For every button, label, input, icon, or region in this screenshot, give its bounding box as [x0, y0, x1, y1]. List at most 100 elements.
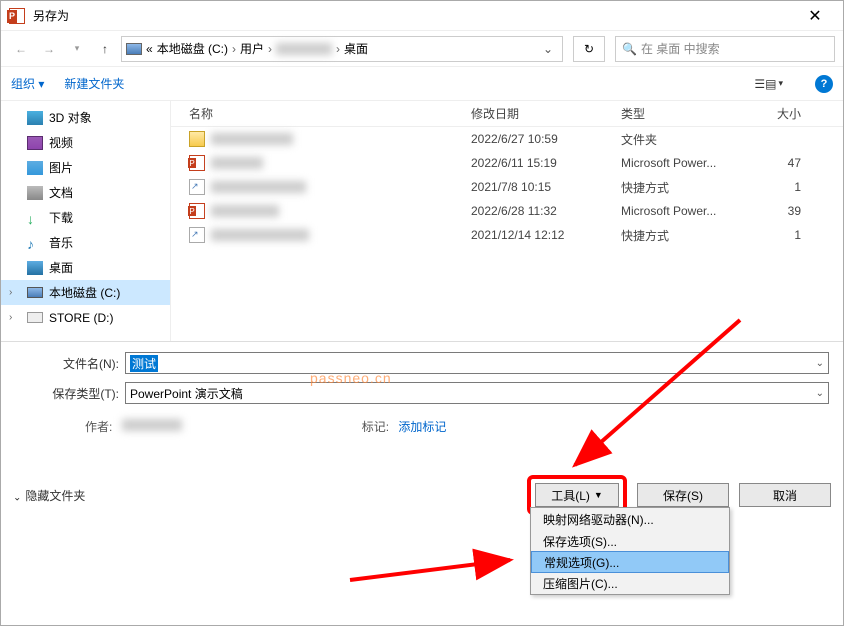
help-icon[interactable]: ?	[815, 75, 833, 93]
fi-folder-icon	[189, 131, 205, 147]
close-icon[interactable]: ✕	[795, 6, 835, 26]
menu-item-1[interactable]: 保存选项(S)...	[531, 530, 729, 552]
sidebar-item-label: 图片	[49, 159, 73, 176]
author-value[interactable]	[122, 419, 182, 431]
file-date: 2021/7/8 10:15	[471, 180, 621, 194]
sidebar-item-label: 桌面	[49, 259, 73, 276]
powerpoint-icon	[9, 8, 25, 24]
file-row[interactable]: 2021/7/8 10:15快捷方式1	[171, 175, 843, 199]
fi-ppt-icon	[189, 155, 205, 171]
file-date: 2022/6/11 15:19	[471, 156, 621, 170]
file-row[interactable]: 2022/6/11 15:19Microsoft Power...47	[171, 151, 843, 175]
filename-input[interactable]: 测试 ⌄	[125, 352, 829, 374]
crumb-2[interactable]	[276, 43, 332, 55]
sidebar-item-label: 3D 对象	[49, 109, 92, 126]
author-label: 作者:	[85, 420, 112, 434]
file-name	[211, 229, 309, 241]
new-folder-button[interactable]: 新建文件夹	[64, 75, 124, 92]
file-type: Microsoft Power...	[621, 156, 761, 170]
cancel-button[interactable]: 取消	[739, 483, 831, 507]
sidebar-item-1[interactable]: 视频	[1, 130, 170, 155]
refresh-icon[interactable]: ↻	[573, 36, 605, 62]
file-date: 2022/6/28 11:32	[471, 204, 621, 218]
sidebar-item-6[interactable]: 桌面	[1, 255, 170, 280]
file-row[interactable]: 2022/6/28 11:32Microsoft Power...39	[171, 199, 843, 223]
file-name	[211, 205, 279, 217]
sidebar-item-7[interactable]: ›本地磁盘 (C:)	[1, 280, 170, 305]
sidebar-item-2[interactable]: 图片	[1, 155, 170, 180]
file-date: 2022/6/27 10:59	[471, 132, 621, 146]
fi-lnk-icon	[189, 227, 205, 243]
file-name	[211, 133, 293, 145]
up-icon[interactable]: ↑	[93, 37, 117, 61]
file-name	[211, 181, 306, 193]
sidebar-item-label: 文档	[49, 184, 73, 201]
menu-item-0[interactable]: 映射网络驱动器(N)...	[531, 508, 729, 530]
address-bar[interactable]: « 本地磁盘 (C:)› 用户› › 桌面 ⌄	[121, 36, 563, 62]
chevron-up-icon: ⌃	[13, 490, 21, 501]
search-icon: 🔍	[622, 42, 637, 56]
file-size: 1	[761, 228, 811, 242]
search-input[interactable]: 🔍 在 桌面 中搜索	[615, 36, 835, 62]
column-name[interactable]: 名称	[171, 105, 471, 122]
file-size: 39	[761, 204, 811, 218]
hide-folders-button[interactable]: ⌃ 隐藏文件夹	[13, 487, 85, 504]
crumb-3[interactable]: 桌面	[344, 40, 368, 57]
filetype-select[interactable]: PowerPoint 演示文稿 ⌄	[125, 382, 829, 404]
filetype-value: PowerPoint 演示文稿	[130, 385, 243, 402]
crumb-1[interactable]: 用户	[240, 40, 264, 57]
file-type: 文件夹	[621, 131, 761, 148]
chevron-down-icon[interactable]: ⌄	[816, 358, 824, 369]
i-vid-icon	[27, 136, 43, 150]
sidebar-item-label: 下载	[49, 209, 73, 226]
disk-icon	[126, 43, 142, 55]
i-store-icon	[27, 312, 43, 323]
recent-dropdown-icon[interactable]: ▾	[65, 37, 89, 61]
window-title: 另存为	[33, 7, 795, 24]
i-3d-icon	[27, 111, 43, 125]
filename-value: 测试	[130, 355, 158, 372]
file-size: 47	[761, 156, 811, 170]
sidebar-item-4[interactable]: ↓下载	[1, 205, 170, 230]
menu-item-2[interactable]: 常规选项(G)...	[531, 551, 729, 573]
chevron-down-icon[interactable]: ⌄	[816, 388, 824, 399]
search-placeholder: 在 桌面 中搜索	[641, 40, 720, 57]
file-type: 快捷方式	[621, 179, 761, 196]
tools-button[interactable]: 工具(L) ▼	[535, 483, 619, 507]
sidebar-item-label: 音乐	[49, 234, 73, 251]
organize-button[interactable]: 组织 ▾	[11, 75, 44, 92]
file-name	[211, 157, 263, 169]
column-date[interactable]: 修改日期	[471, 105, 621, 122]
i-pic-icon	[27, 161, 43, 175]
list-view-icon: ☰▤	[754, 77, 776, 91]
file-size: 1	[761, 180, 811, 194]
sidebar-item-8[interactable]: › STORE (D:)	[1, 305, 170, 330]
back-icon[interactable]: ←	[9, 37, 33, 61]
fi-lnk-icon	[189, 179, 205, 195]
i-mus-icon: ♪	[27, 236, 43, 250]
address-dropdown-icon[interactable]: ⌄	[538, 42, 558, 56]
sidebar-item-5[interactable]: ♪ 音乐	[1, 230, 170, 255]
chevron-right-icon: ›	[9, 312, 12, 323]
menu-item-3[interactable]: 压缩图片(C)...	[531, 572, 729, 594]
chevron-down-icon: ▼	[594, 490, 603, 500]
file-row[interactable]: 2022/6/27 10:59文件夹	[171, 127, 843, 151]
sidebar-item-3[interactable]: 文档	[1, 180, 170, 205]
crumb-prefix: «	[146, 42, 153, 56]
chevron-down-icon: ▾	[778, 78, 783, 89]
add-tag-link[interactable]: 添加标记	[398, 420, 446, 434]
column-size[interactable]: 大小	[761, 105, 811, 122]
tag-label: 标记:	[362, 420, 389, 434]
file-date: 2021/12/14 12:12	[471, 228, 621, 242]
chevron-right-icon: ›	[9, 287, 12, 298]
sidebar-item-0[interactable]: 3D 对象	[1, 105, 170, 130]
file-type: 快捷方式	[621, 227, 761, 244]
file-row[interactable]: 2021/12/14 12:12快捷方式1	[171, 223, 843, 247]
column-type[interactable]: 类型	[621, 105, 761, 122]
sidebar-item-label: STORE (D:)	[49, 311, 113, 325]
view-mode-button[interactable]: ☰▤ ▾	[754, 77, 783, 91]
save-button[interactable]: 保存(S)	[637, 483, 729, 507]
fi-ppt-icon	[189, 203, 205, 219]
crumb-0[interactable]: 本地磁盘 (C:)	[157, 40, 228, 57]
i-desk-icon	[27, 261, 43, 275]
